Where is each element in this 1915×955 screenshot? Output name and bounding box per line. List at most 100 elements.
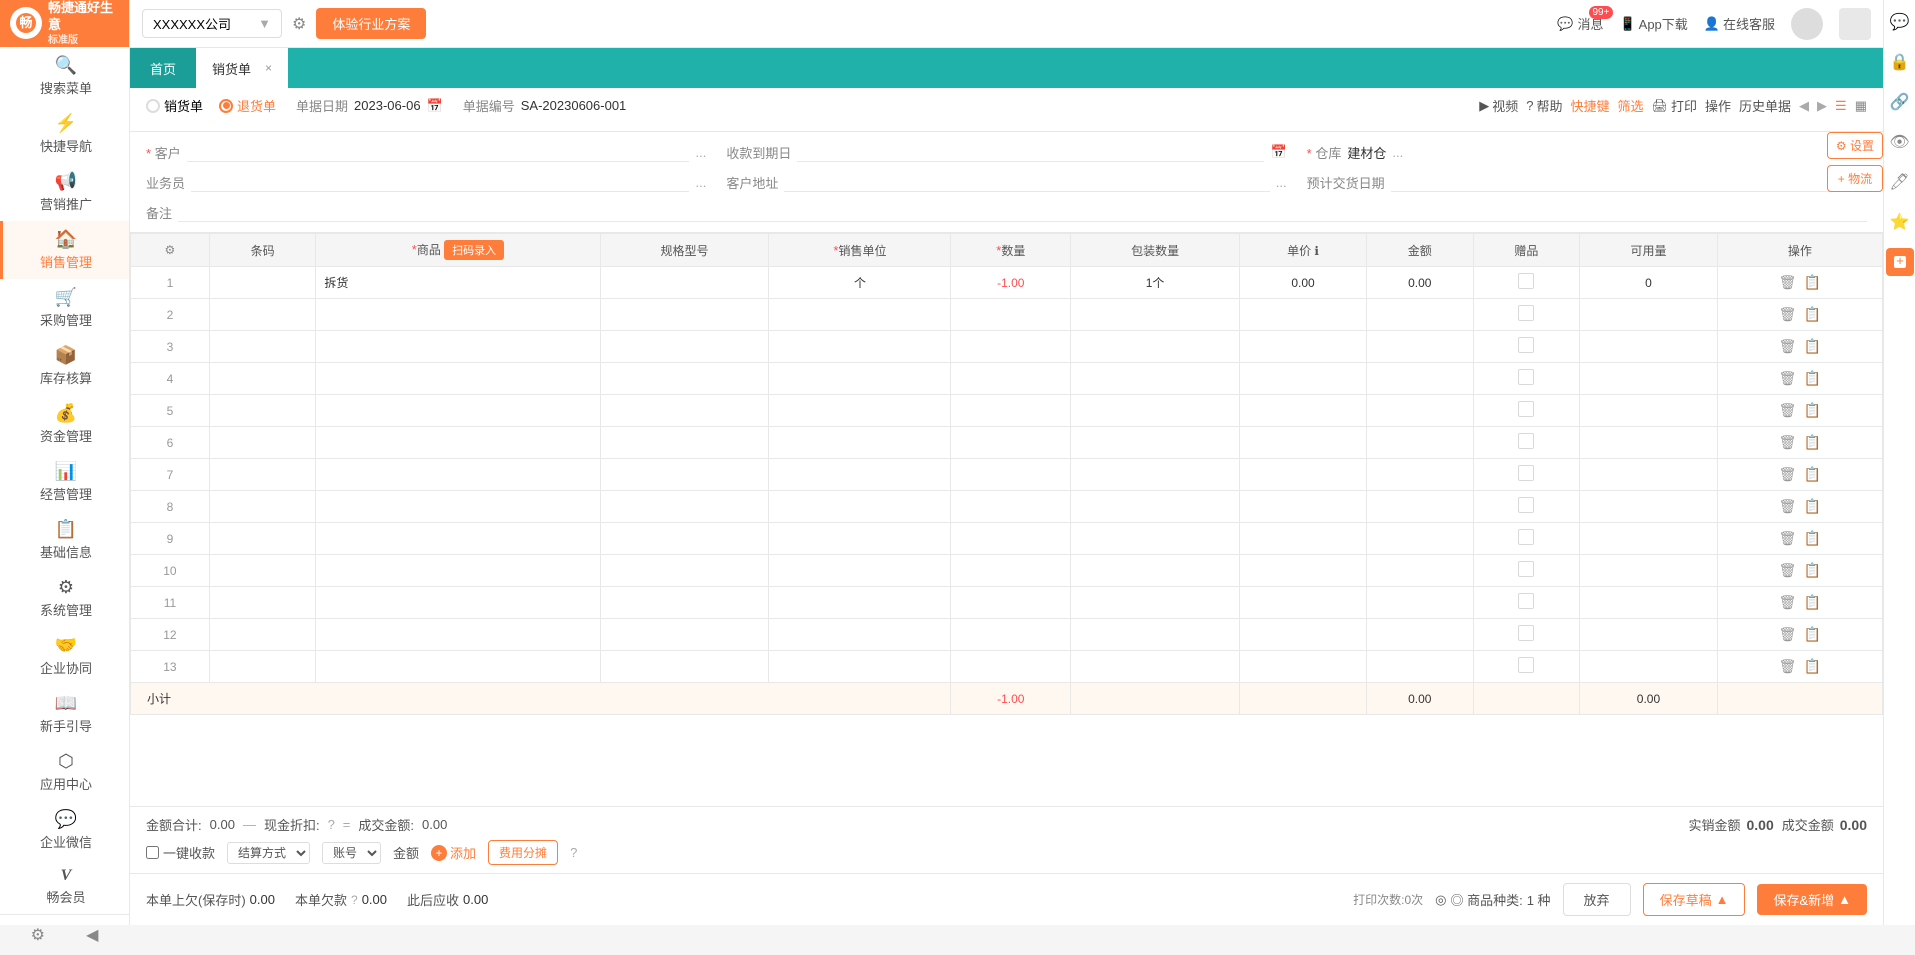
gift-checkbox[interactable]	[1518, 657, 1534, 673]
sidebar-item-sales[interactable]: 🏠 销售管理	[0, 221, 129, 279]
delete-row-icon[interactable]: 🗑	[1779, 434, 1797, 450]
right-panel-eye-icon[interactable]: 👁	[1886, 128, 1914, 156]
sidebar-item-appstore[interactable]: ⬡ 应用中心	[0, 743, 129, 801]
sidebar-item-collab[interactable]: 🤝 企业协同	[0, 627, 129, 685]
customer-addr-input[interactable]	[784, 172, 1269, 192]
due-date-calendar-icon[interactable]: 📅	[1270, 144, 1286, 160]
arrow-right-icon[interactable]: ▶	[1817, 98, 1827, 114]
customer-input[interactable]	[187, 142, 690, 162]
online-support-button[interactable]: 👤 在线客服	[1704, 14, 1775, 33]
delete-row-icon[interactable]: 🗑	[1779, 658, 1797, 674]
cash-discount-help[interactable]: ?	[328, 817, 335, 832]
sidebar-item-finance[interactable]: 💰 资金管理	[0, 395, 129, 453]
gift-checkbox[interactable]	[1518, 625, 1534, 641]
expense-split-btn[interactable]: 费用分摊	[488, 840, 558, 865]
gift-checkbox[interactable]	[1518, 433, 1534, 449]
user-menu[interactable]	[1839, 8, 1871, 40]
addr-dots[interactable]: ...	[1276, 175, 1287, 190]
one-click-pay-checkbox[interactable]: 一键收款	[146, 843, 215, 862]
settings-side-btn[interactable]: ⚙ 设置	[1827, 132, 1883, 159]
sidebar-item-system[interactable]: ⚙ 系统管理	[0, 569, 129, 627]
right-panel-chat-icon[interactable]: 💬	[1886, 8, 1914, 36]
sidebar-item-basic-info[interactable]: 📋 基础信息	[0, 511, 129, 569]
sidebar-collapse-icon[interactable]: ◀	[86, 925, 98, 945]
delete-row-icon[interactable]: 🗑	[1779, 530, 1797, 546]
ops-btn[interactable]: 操作	[1705, 96, 1731, 115]
history-btn[interactable]: 历史单据	[1739, 96, 1791, 115]
overdue-help-icon[interactable]: ?	[351, 893, 358, 907]
radio-return-order[interactable]: 退货单	[219, 96, 276, 115]
copy-row-icon[interactable]: 📋	[1804, 562, 1821, 578]
salesperson-input[interactable]	[191, 172, 689, 192]
salesperson-dots[interactable]: ...	[695, 175, 706, 190]
filter-btn[interactable]: 筛选	[1617, 96, 1643, 115]
copy-row-icon[interactable]: 📋	[1804, 434, 1821, 450]
remark-input[interactable]	[178, 202, 1867, 222]
logistics-side-btn[interactable]: + 物流	[1827, 165, 1883, 192]
right-panel-lock-icon[interactable]: 🔒	[1886, 48, 1914, 76]
radio-sale-order[interactable]: 销货单	[146, 96, 203, 115]
copy-row-icon[interactable]: 📋	[1804, 498, 1821, 514]
sidebar-settings-icon[interactable]: ⚙	[31, 925, 45, 945]
copy-row-icon[interactable]: 📋	[1804, 466, 1821, 482]
copy-row-icon[interactable]: 📋	[1804, 658, 1821, 674]
gift-checkbox[interactable]	[1518, 401, 1534, 417]
grid-view-icon[interactable]: ▦	[1855, 98, 1867, 114]
company-selector[interactable]: XXXXXX公司 ▼	[142, 9, 282, 38]
help-btn[interactable]: ? 帮助	[1526, 96, 1562, 115]
right-panel-orange-icon[interactable]: +	[1886, 248, 1914, 276]
sidebar-item-quicknav[interactable]: ⚡ 快捷导航	[0, 105, 129, 163]
gift-checkbox[interactable]	[1518, 529, 1534, 545]
shortcut-btn[interactable]: 快捷键	[1570, 96, 1609, 115]
calendar-icon[interactable]: 📅	[427, 98, 443, 114]
delete-row-icon[interactable]: 🗑	[1779, 274, 1797, 290]
sidebar-item-search[interactable]: 🔍 搜索菜单	[0, 47, 129, 105]
copy-row-icon[interactable]: 📋	[1804, 402, 1821, 418]
gift-checkbox[interactable]	[1518, 369, 1534, 385]
delete-row-icon[interactable]: 🗑	[1779, 498, 1797, 514]
th-gear[interactable]: ⚙	[131, 234, 210, 267]
sidebar-item-inventory[interactable]: 📦 库存核算	[0, 337, 129, 395]
sidebar-item-member[interactable]: V 畅会员	[0, 859, 129, 914]
settings-gear-icon[interactable]: ⚙	[292, 14, 306, 34]
delete-row-icon[interactable]: 🗑	[1779, 626, 1797, 642]
sidebar-item-purchase[interactable]: 🛒 采购管理	[0, 279, 129, 337]
user-avatar[interactable]	[1791, 8, 1823, 40]
customer-dots[interactable]: ...	[695, 145, 706, 160]
copy-row-icon[interactable]: 📋	[1804, 274, 1821, 290]
gift-checkbox[interactable]	[1518, 593, 1534, 609]
sidebar-item-operations[interactable]: 📊 经营管理	[0, 453, 129, 511]
tab-sales-order[interactable]: 销货单 ×	[196, 48, 288, 88]
gift-checkbox[interactable]	[1518, 273, 1534, 289]
list-view-icon[interactable]: ☰	[1835, 98, 1847, 114]
expense-help-icon[interactable]: ?	[570, 845, 577, 860]
copy-row-icon[interactable]: 📋	[1804, 594, 1821, 610]
video-btn[interactable]: ▶ 视频	[1479, 96, 1518, 115]
account-select[interactable]: 账号	[322, 842, 381, 864]
message-button[interactable]: 💬 消息 99+	[1557, 14, 1603, 33]
print-btn[interactable]: 🖨 打印	[1651, 96, 1697, 115]
save-draft-button[interactable]: 保存草稿 ▲	[1643, 883, 1746, 916]
save-new-button[interactable]: 保存&新增 ▲	[1757, 884, 1867, 915]
gift-checkbox[interactable]	[1518, 465, 1534, 481]
right-panel-link-icon[interactable]: 🔗	[1886, 88, 1914, 116]
right-panel-edit-icon[interactable]: 🖊	[1886, 168, 1914, 196]
gift-checkbox[interactable]	[1518, 561, 1534, 577]
abandon-button[interactable]: 放弃	[1563, 883, 1631, 916]
gift-checkbox[interactable]	[1518, 305, 1534, 321]
tab-close-icon[interactable]: ×	[265, 61, 272, 75]
gift-checkbox[interactable]	[1518, 337, 1534, 353]
right-panel-star-icon[interactable]: ⭐	[1886, 208, 1914, 236]
app-download-button[interactable]: 📱 App下载	[1619, 14, 1687, 33]
delete-row-icon[interactable]: 🗑	[1779, 402, 1797, 418]
settlement-method-select[interactable]: 结算方式	[227, 842, 310, 864]
delete-row-icon[interactable]: 🗑	[1779, 338, 1797, 354]
delete-row-icon[interactable]: 🗑	[1779, 370, 1797, 386]
copy-row-icon[interactable]: 📋	[1804, 530, 1821, 546]
copy-row-icon[interactable]: 📋	[1804, 306, 1821, 322]
add-payment-btn[interactable]: + 添加	[431, 843, 476, 862]
delete-row-icon[interactable]: 🗑	[1779, 466, 1797, 482]
gift-checkbox[interactable]	[1518, 497, 1534, 513]
due-date-input[interactable]	[797, 142, 1264, 162]
copy-row-icon[interactable]: 📋	[1804, 338, 1821, 354]
